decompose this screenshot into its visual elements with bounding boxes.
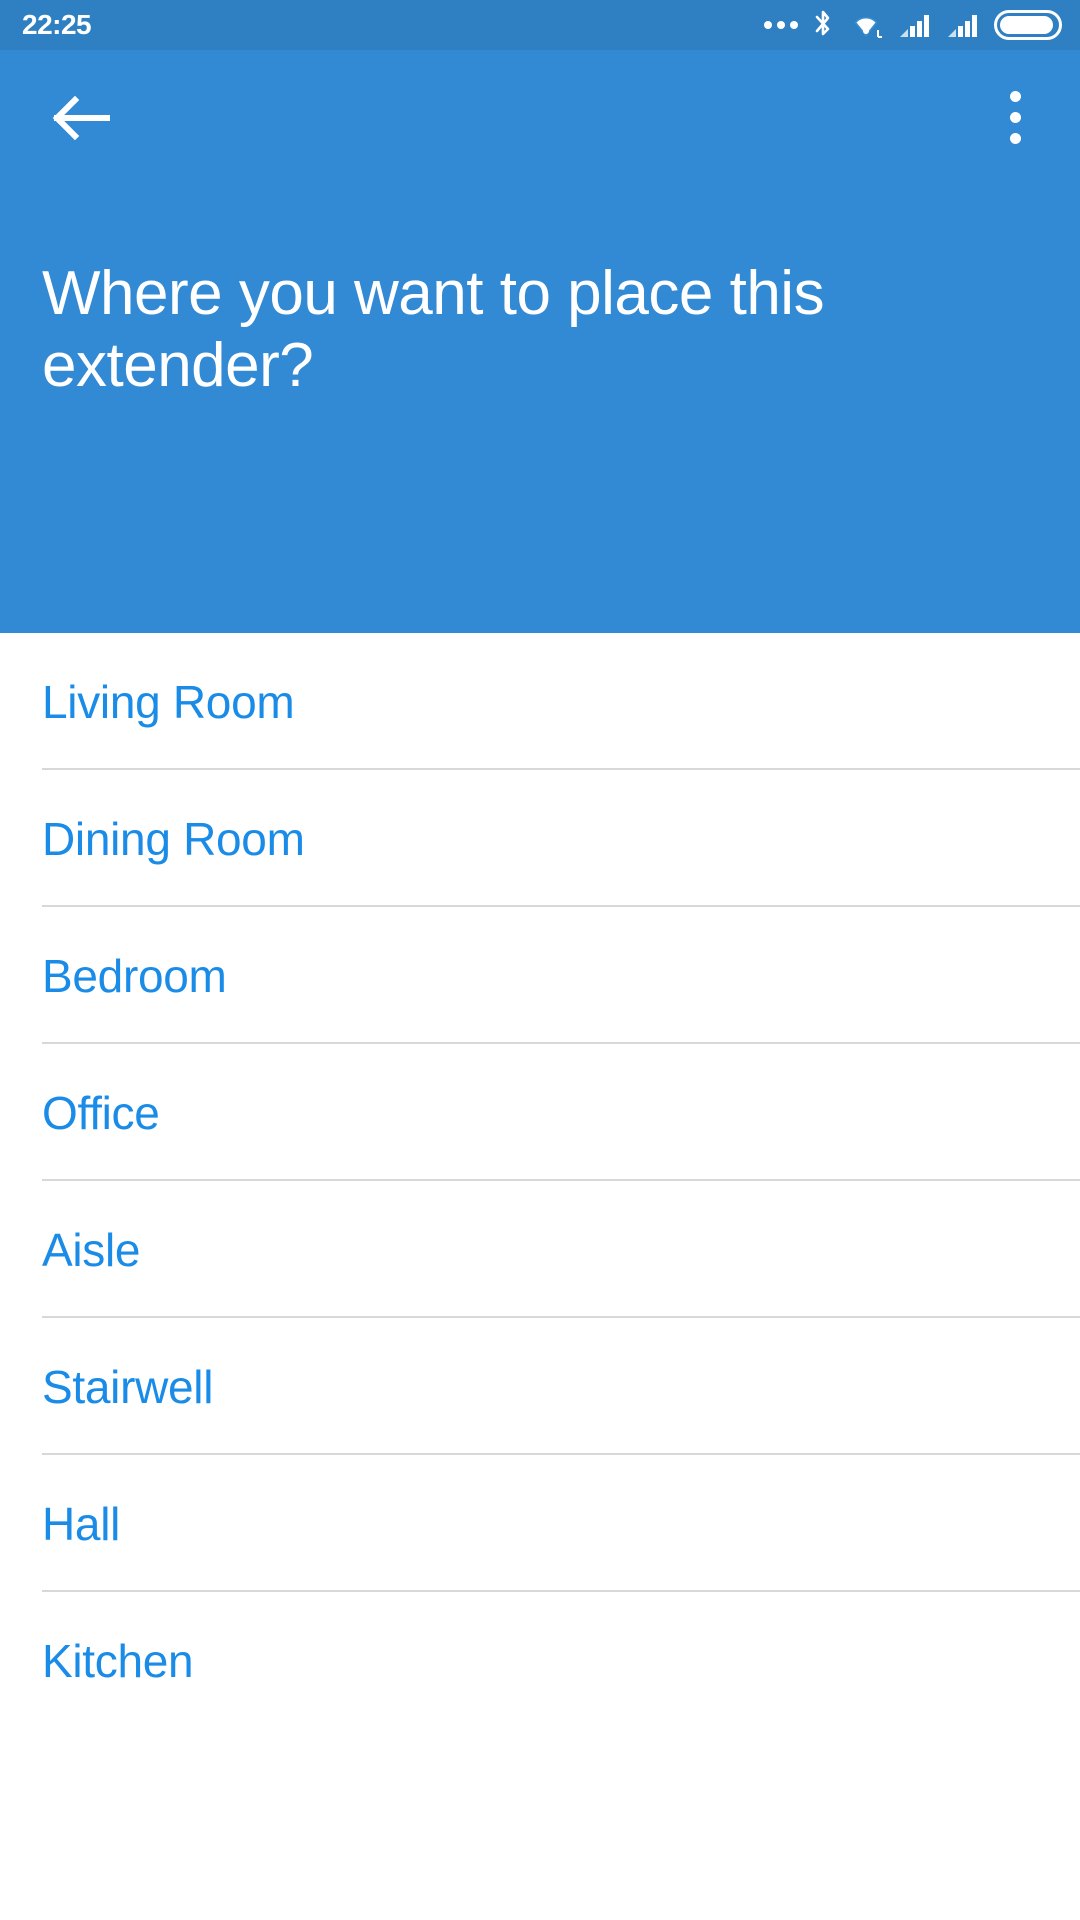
status-bar-clock: 22:25: [22, 9, 92, 40]
list-item-label: Dining Room: [42, 812, 305, 865]
status-bar-icons: [764, 9, 1062, 41]
list-item-label: Bedroom: [42, 949, 227, 1002]
list-item[interactable]: Living Room: [0, 633, 1080, 770]
list-item[interactable]: Hall: [0, 1455, 1080, 1592]
wifi-icon: [848, 10, 884, 40]
list-item[interactable]: Kitchen: [0, 1592, 1080, 1729]
list-item[interactable]: Office: [0, 1044, 1080, 1181]
battery-icon: [994, 10, 1062, 40]
back-arrow-icon: [49, 93, 111, 143]
bluetooth-icon: [812, 9, 834, 41]
list-item-label: Kitchen: [42, 1634, 194, 1687]
app-header: Where you want to place this extender?: [0, 50, 1080, 633]
more-dots-icon: [764, 21, 798, 29]
status-bar: 22:25: [0, 0, 1080, 50]
app-bar: [0, 50, 1080, 185]
app-screen: 22:25 Where you want to place this exten…: [0, 0, 1080, 1920]
list-item[interactable]: Dining Room: [0, 770, 1080, 907]
list-item-label: Aisle: [42, 1223, 141, 1276]
signal-sim1-icon: [898, 11, 932, 39]
page-title: Where you want to place this extender?: [42, 259, 825, 400]
list-item[interactable]: Stairwell: [0, 1318, 1080, 1455]
overflow-menu-icon: [1009, 91, 1021, 144]
list-item-label: Stairwell: [42, 1360, 214, 1413]
list-item[interactable]: Aisle: [0, 1181, 1080, 1318]
list-item-label: Office: [42, 1086, 160, 1139]
overflow-menu-button[interactable]: [980, 73, 1050, 163]
room-list: Living Room Dining Room Bedroom Office A…: [0, 633, 1080, 1729]
signal-sim2-icon: [946, 11, 980, 39]
list-item[interactable]: Bedroom: [0, 907, 1080, 1044]
list-item-label: Hall: [42, 1497, 121, 1550]
list-item-label: Living Room: [42, 675, 295, 728]
back-button[interactable]: [40, 78, 120, 158]
